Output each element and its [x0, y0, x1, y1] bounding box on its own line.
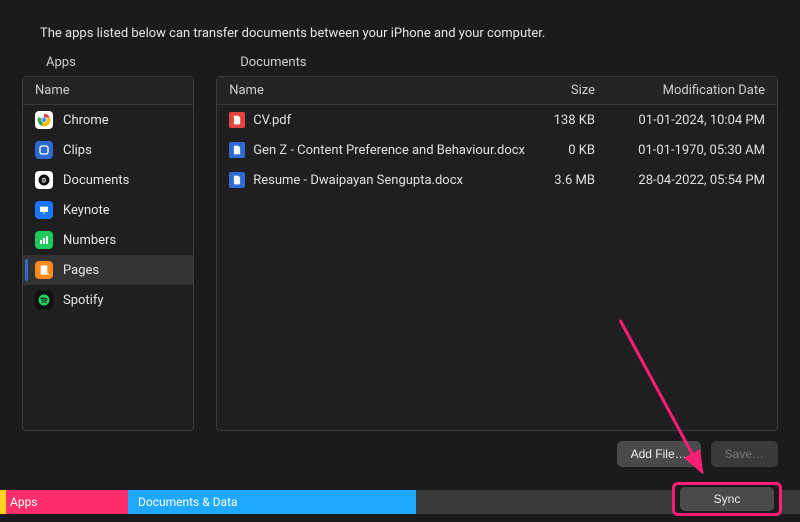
keynote-icon — [35, 201, 53, 219]
chrome-icon — [35, 111, 53, 129]
app-row[interactable]: D Documents — [23, 165, 193, 195]
svg-text:D: D — [42, 176, 46, 184]
docs-col-mod: Modification Date — [595, 83, 765, 98]
app-row[interactable]: Chrome — [23, 105, 193, 135]
add-file-button[interactable]: Add File… — [617, 441, 701, 467]
app-label: Keynote — [63, 203, 110, 218]
app-row[interactable]: Spotify — [23, 285, 193, 315]
doc-name: Resume - Dwaipayan Sengupta.docx — [253, 173, 525, 188]
file-icon — [229, 142, 245, 158]
app-row[interactable]: Keynote — [23, 195, 193, 225]
doc-row[interactable]: CV.pdf138 KB01-01-2024, 10:04 PM — [217, 105, 777, 135]
app-label: Pages — [63, 263, 99, 278]
app-label: Clips — [63, 143, 92, 158]
docs-list: CV.pdf138 KB01-01-2024, 10:04 PM Gen Z - … — [217, 105, 777, 430]
doc-name: CV.pdf — [253, 113, 525, 128]
pages-icon — [35, 261, 53, 279]
app-row[interactable]: Clips — [23, 135, 193, 165]
doc-name: Gen Z - Content Preference and Behaviour… — [253, 143, 525, 158]
transfer-description: The apps listed below can transfer docum… — [0, 0, 800, 55]
doc-row[interactable]: Resume - Dwaipayan Sengupta.docx3.6 MB28… — [217, 165, 777, 195]
docs-columns[interactable]: Name Size Modification Date — [217, 77, 777, 105]
doc-mod: 01-01-1970, 05:30 AM — [595, 143, 765, 158]
spotify-icon — [35, 291, 53, 309]
doc-mod: 28-04-2022, 05:54 PM — [595, 173, 765, 188]
clips-icon — [35, 141, 53, 159]
apps-panel: Apps Name Chrome Clips D Documents Keynote Nu… — [22, 55, 194, 431]
docs-table: Name Size Modification Date CV.pdf138 KB… — [216, 76, 778, 431]
sync-highlight: Sync — [672, 482, 782, 516]
app-label: Spotify — [63, 293, 104, 308]
sync-button[interactable]: Sync — [680, 487, 774, 511]
numbers-icon — [35, 231, 53, 249]
action-row: Add File… Save… — [0, 431, 800, 467]
doc-row[interactable]: Gen Z - Content Preference and Behaviour… — [217, 135, 777, 165]
docs-panel: Documents Name Size Modification Date CV… — [216, 55, 778, 431]
doc-mod: 01-01-2024, 10:04 PM — [595, 113, 765, 128]
docs-col-size: Size — [525, 83, 595, 98]
docs-title: Documents — [240, 55, 778, 70]
app-row[interactable]: Numbers — [23, 225, 193, 255]
doc-size: 3.6 MB — [525, 173, 595, 188]
apps-table: Name Chrome Clips D Documents Keynote Numbers… — [22, 76, 194, 431]
docs-col-name: Name — [229, 83, 525, 98]
save-button: Save… — [711, 441, 778, 467]
file-icon — [229, 172, 245, 188]
apps-title: Apps — [46, 55, 194, 70]
apps-col-name: Name — [35, 83, 70, 98]
storage-seg-docs: Documents & Data — [128, 490, 416, 514]
doc-size: 0 KB — [525, 143, 595, 158]
app-label: Documents — [63, 173, 129, 188]
documents-icon: D — [35, 171, 53, 189]
content-panels: Apps Name Chrome Clips D Documents Keynote Nu… — [0, 55, 800, 431]
storage-seg-accent — [0, 490, 6, 514]
app-row[interactable]: Pages — [23, 255, 193, 285]
footer: Apps Documents & Data Sync — [0, 482, 800, 522]
file-icon — [229, 112, 245, 128]
app-label: Numbers — [63, 233, 116, 248]
storage-seg-apps: Apps — [0, 490, 128, 514]
apps-columns[interactable]: Name — [23, 77, 193, 105]
apps-list: Chrome Clips D Documents Keynote Numbers Pages… — [23, 105, 193, 430]
app-label: Chrome — [63, 113, 109, 128]
doc-size: 138 KB — [525, 113, 595, 128]
